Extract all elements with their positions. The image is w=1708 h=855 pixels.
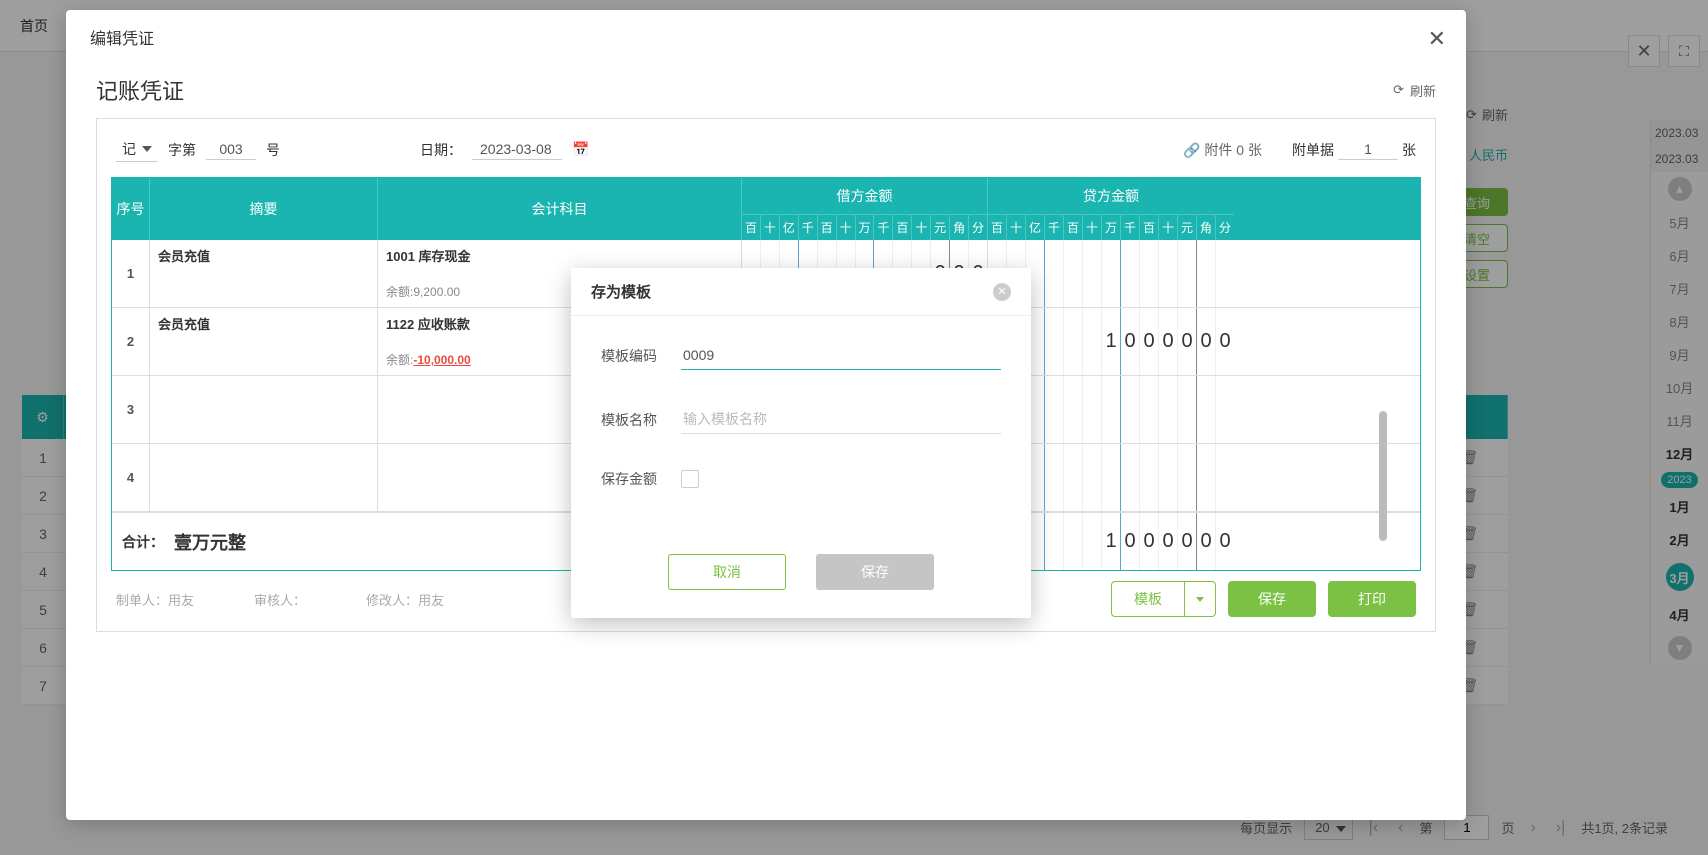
template-code-input[interactable] xyxy=(681,341,1001,370)
template-name-input[interactable] xyxy=(681,405,1001,434)
save-template-modal: 存为模板 ✕ 模板编码 模板名称 保存金额 取消 保存 xyxy=(571,268,1031,618)
template-code-label: 模板编码 xyxy=(601,346,681,366)
save-button[interactable]: 保存 xyxy=(816,554,934,590)
close-icon[interactable]: ✕ xyxy=(993,283,1011,301)
cancel-button[interactable]: 取消 xyxy=(668,554,786,590)
template-name-label: 模板名称 xyxy=(601,410,681,430)
save-amount-label: 保存金额 xyxy=(601,469,681,489)
save-amount-checkbox[interactable] xyxy=(681,470,699,488)
save-template-title: 存为模板 xyxy=(591,281,651,302)
